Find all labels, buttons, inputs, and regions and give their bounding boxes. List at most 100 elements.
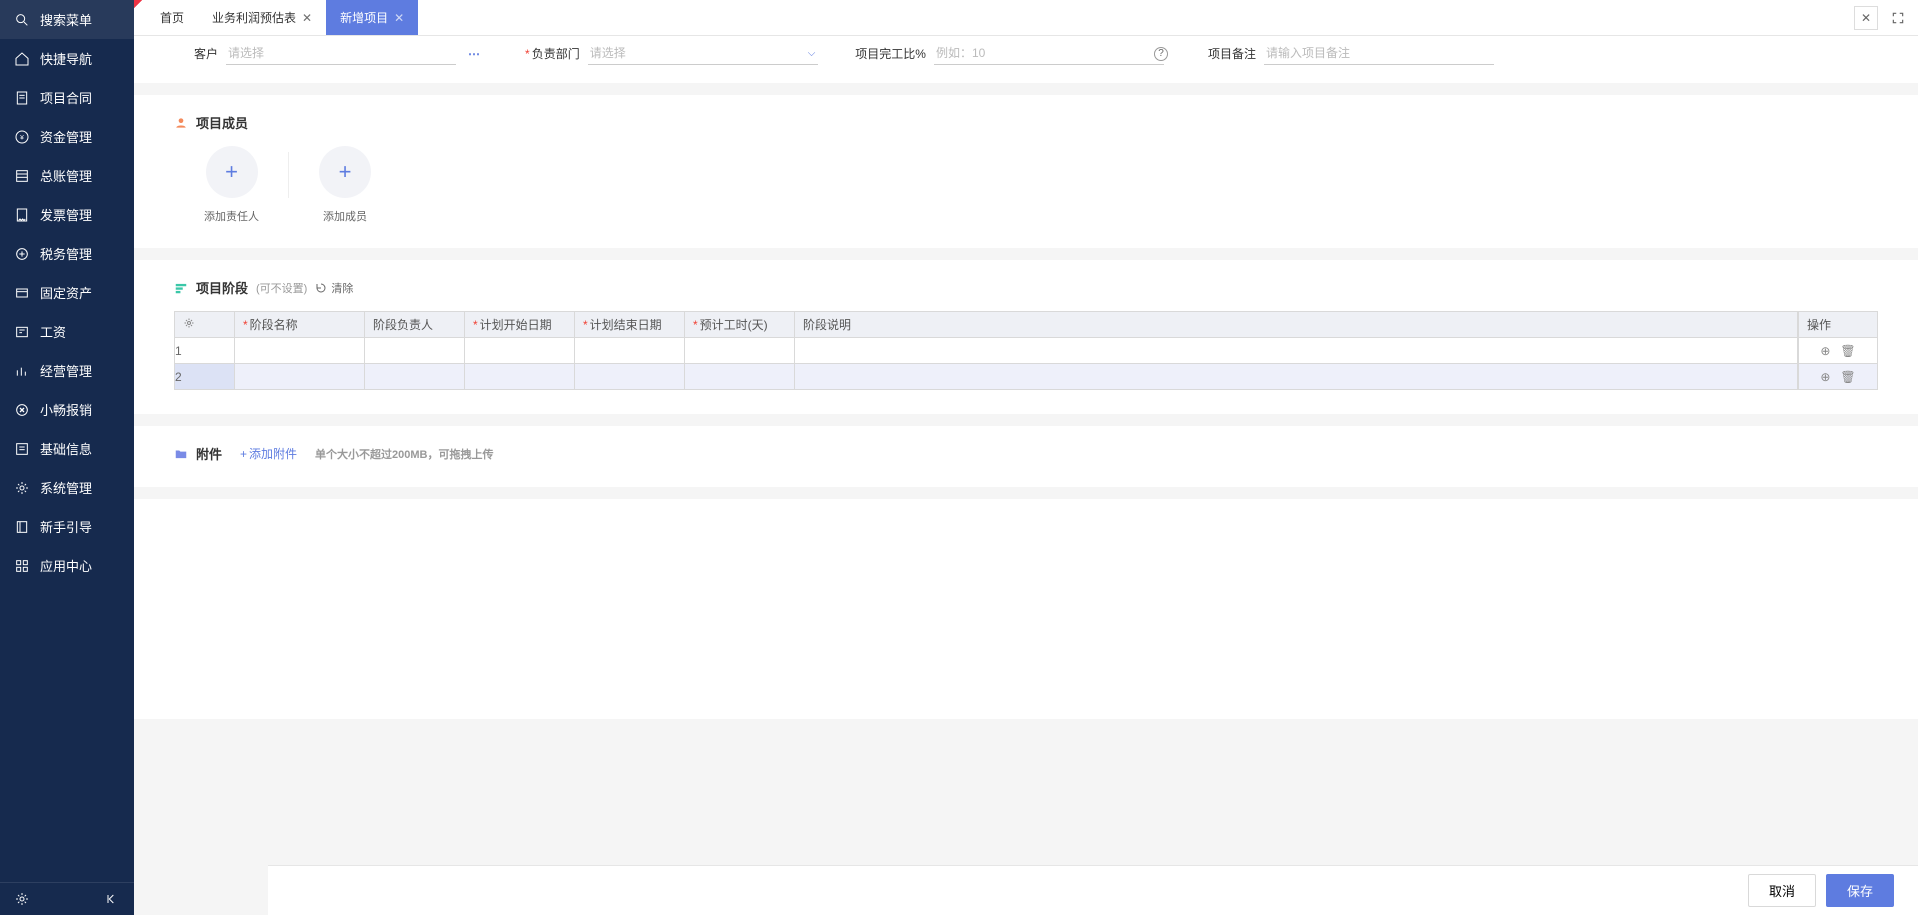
tab-profit-estimate[interactable]: 业务利润预估表 ✕ <box>198 0 326 35</box>
sidebar-item-label: 搜索菜单 <box>40 10 92 29</box>
cell-plan-start[interactable] <box>465 364 575 390</box>
app-root: 搜索菜单 快捷导航 项目合同 ¥ 资金管理 总账管理 发票管理 税务管理 固定资 <box>0 0 1918 915</box>
add-attachment-button[interactable]: + 添加附件 <box>240 445 297 462</box>
save-button[interactable]: 保存 <box>1826 874 1894 907</box>
fullscreen-icon[interactable] <box>1886 6 1910 30</box>
sidebar-item-fixed-asset[interactable]: 固定资产 <box>0 273 134 312</box>
main: 首页 业务利润预估表 ✕ 新增项目 ✕ ✕ <box>134 0 1918 915</box>
invoice-icon <box>14 207 30 223</box>
plan-start-input[interactable] <box>465 338 574 363</box>
col-plan-start: 计划开始日期 <box>465 312 575 338</box>
department-select[interactable] <box>588 42 818 65</box>
sidebar-item-ledger[interactable]: 总账管理 <box>0 156 134 195</box>
stages-title: 项目阶段 <box>196 278 248 297</box>
est-hours-input[interactable] <box>685 338 794 363</box>
add-row-icon[interactable]: ⊕ <box>1820 370 1830 384</box>
cell-plan-end[interactable] <box>575 338 685 364</box>
attachments-title: 附件 <box>196 444 222 463</box>
tab-home[interactable]: 首页 <box>146 0 198 35</box>
table-row-ops: ⊕ 🗑 <box>1799 338 1878 364</box>
phase-name-input[interactable] <box>235 338 364 363</box>
sidebar-item-search[interactable]: 搜索菜单 <box>0 0 134 39</box>
close-icon[interactable]: ✕ <box>394 11 404 25</box>
sidebar-item-xiaochang[interactable]: 小畅报销 <box>0 390 134 429</box>
table-row: 2 <box>175 364 1798 390</box>
sidebar-item-salary[interactable]: 工资 <box>0 312 134 351</box>
footer-bar: 取消 保存 <box>268 865 1918 915</box>
plan-end-input[interactable] <box>575 364 684 389</box>
gear-column-header[interactable] <box>175 312 235 338</box>
plan-end-input[interactable] <box>575 338 684 363</box>
sidebar-item-fund[interactable]: ¥ 资金管理 <box>0 117 134 156</box>
cell-est-hours[interactable] <box>685 364 795 390</box>
sidebar-item-label: 工资 <box>40 322 66 341</box>
remark-label: 项目备注 <box>1208 45 1256 62</box>
members-panel: 项目成员 + 添加责任人 + 添加成员 <box>134 95 1918 248</box>
search-icon <box>14 12 30 28</box>
sidebar-item-app-center[interactable]: 应用中心 <box>0 546 134 585</box>
sidebar-item-system[interactable]: 系统管理 <box>0 468 134 507</box>
phase-name-input[interactable] <box>235 364 364 389</box>
sidebar-item-quicknav[interactable]: 快捷导航 <box>0 39 134 78</box>
help-icon[interactable]: ? <box>1154 47 1168 61</box>
cell-phase-owner[interactable] <box>365 338 465 364</box>
clear-stages-button[interactable]: 清除 <box>315 280 353 296</box>
completion-label: 项目完工比% <box>855 45 926 62</box>
col-est-hours: 预计工时(天) <box>685 312 795 338</box>
add-owner-label: 添加责任人 <box>204 208 259 224</box>
phase-desc-input[interactable] <box>795 338 1797 363</box>
sidebar-item-tax[interactable]: 税务管理 <box>0 234 134 273</box>
collapse-icon[interactable] <box>104 891 120 907</box>
tab-new-project[interactable]: 新增项目 ✕ <box>326 0 418 35</box>
members-icon <box>174 116 188 130</box>
form-item-department: *负责部门 ⌵ <box>525 42 815 65</box>
sidebar-item-project-contract[interactable]: 项目合同 <box>0 78 134 117</box>
tabs-bar: 首页 业务利润预估表 ✕ 新增项目 ✕ ✕ <box>134 0 1918 36</box>
cancel-button[interactable]: 取消 <box>1748 874 1816 907</box>
cell-plan-end[interactable] <box>575 364 685 390</box>
customer-input[interactable] <box>226 42 456 65</box>
add-owner-button[interactable]: + <box>206 146 258 198</box>
phase-owner-input[interactable] <box>365 364 464 389</box>
stages-optional: (可不设置) <box>256 280 307 296</box>
gear-icon[interactable] <box>14 891 30 907</box>
cell-plan-start[interactable] <box>465 338 575 364</box>
sidebar-item-invoice[interactable]: 发票管理 <box>0 195 134 234</box>
est-hours-input[interactable] <box>685 364 794 389</box>
plus-icon: + <box>240 447 247 461</box>
sidebar-item-operation[interactable]: 经营管理 <box>0 351 134 390</box>
add-row-icon[interactable]: ⊕ <box>1820 344 1830 358</box>
stages-icon <box>174 281 188 295</box>
close-panel-icon[interactable]: ✕ <box>1854 6 1878 30</box>
sidebar-footer <box>0 882 134 915</box>
cell-phase-desc[interactable] <box>795 338 1798 364</box>
plus-icon: + <box>339 159 352 185</box>
cell-phase-desc[interactable] <box>795 364 1798 390</box>
phase-owner-input[interactable] <box>365 338 464 363</box>
plan-start-input[interactable] <box>465 364 574 389</box>
cell-est-hours[interactable] <box>685 338 795 364</box>
phase-desc-input[interactable] <box>795 364 1797 389</box>
close-icon[interactable]: ✕ <box>302 11 312 25</box>
add-member-button[interactable]: + <box>319 146 371 198</box>
content-scroll[interactable]: 客户 ⋯ *负责部门 ⌵ 项目完工比% ? <box>134 36 1918 915</box>
remark-input[interactable] <box>1264 42 1494 65</box>
sidebar-item-base-info[interactable]: 基础信息 <box>0 429 134 468</box>
customer-picker-icon[interactable]: ⋯ <box>464 47 485 61</box>
attachment-hint: 单个大小不超过200MB，可拖拽上传 <box>315 446 493 462</box>
cell-phase-name[interactable] <box>235 364 365 390</box>
document-icon <box>14 90 30 106</box>
tab-label: 首页 <box>160 9 184 26</box>
reimburse-icon <box>14 402 30 418</box>
sidebar-item-guide[interactable]: 新手引导 <box>0 507 134 546</box>
chart-icon <box>14 363 30 379</box>
col-phase-owner: 阶段负责人 <box>365 312 465 338</box>
delete-row-icon[interactable]: 🗑 <box>1840 344 1855 358</box>
sidebar-item-label: 税务管理 <box>40 244 92 263</box>
sidebar-item-label: 总账管理 <box>40 166 92 185</box>
table-row-ops: ⊕ 🗑 <box>1799 364 1878 390</box>
completion-input[interactable] <box>934 42 1164 65</box>
cell-phase-owner[interactable] <box>365 364 465 390</box>
delete-row-icon[interactable]: 🗑 <box>1840 370 1855 384</box>
cell-phase-name[interactable] <box>235 338 365 364</box>
